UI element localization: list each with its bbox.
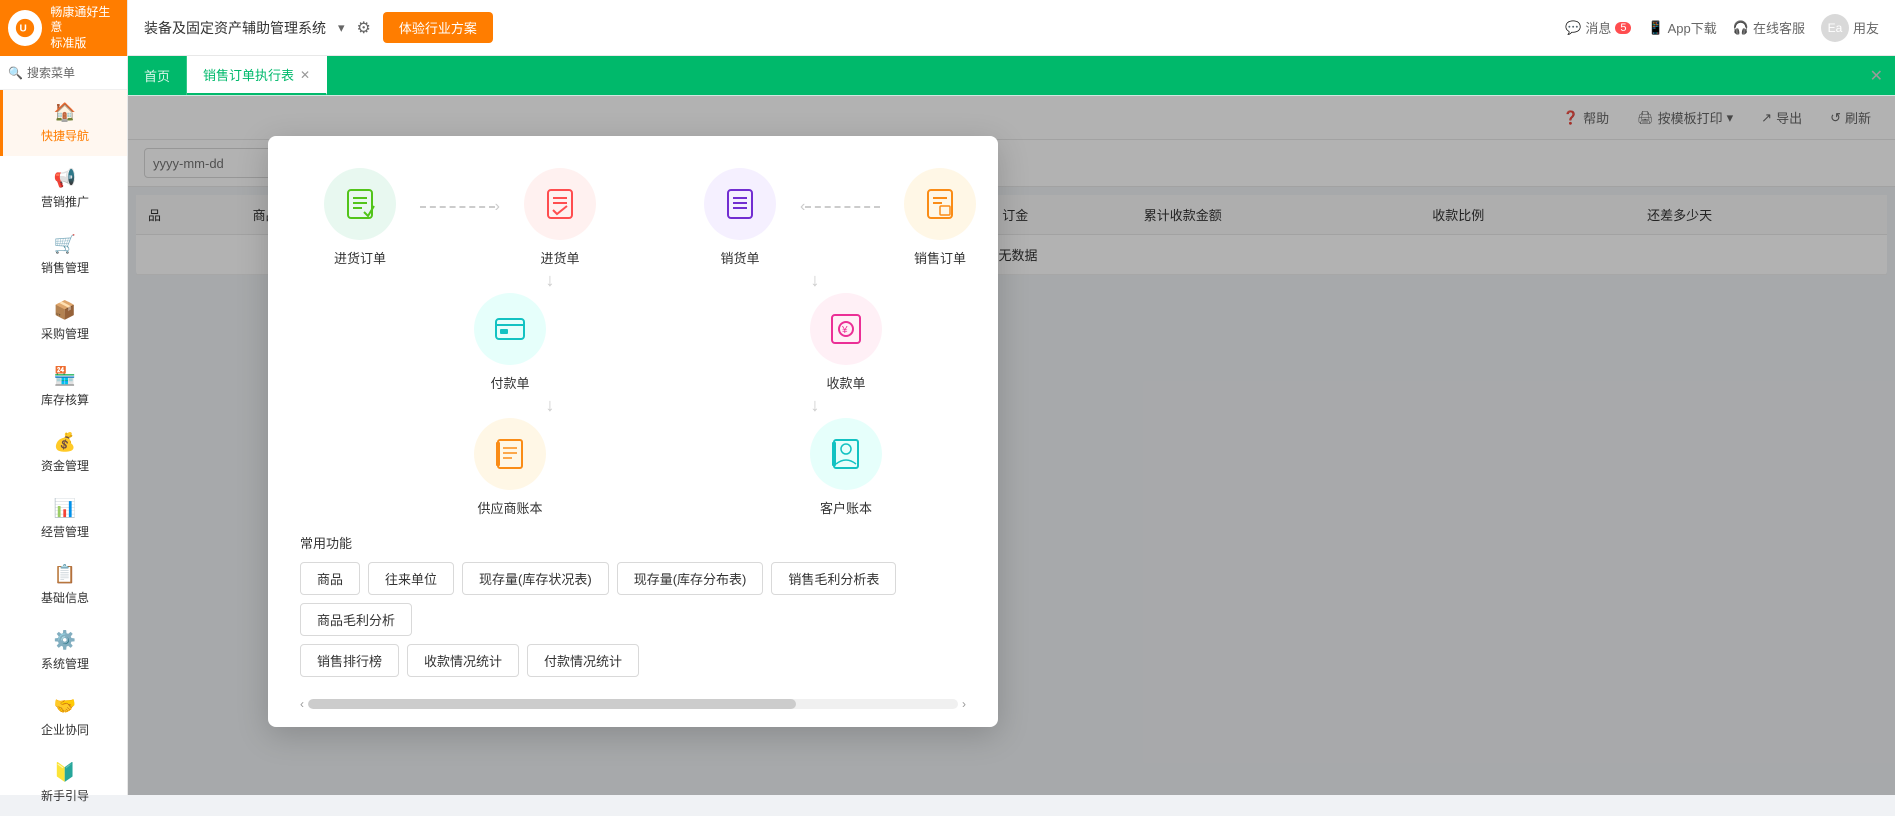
- logo-text: 畅康通好生意 标准版: [50, 5, 119, 52]
- settings-icon[interactable]: ⚙: [357, 18, 371, 38]
- user-item[interactable]: Ea 用友: [1821, 14, 1879, 42]
- common-functions: 常用功能 商品 往来单位 现存量(库存状况表) 现存量(库存分布表) 销售毛利分…: [268, 533, 998, 685]
- tabbar: 首页 销售订单执行表 ✕ ✕: [128, 56, 1895, 96]
- scroll-thumb[interactable]: [308, 699, 796, 709]
- main-area: 装备及固定资产辅助管理系统 ▾ ⚙ 体验行业方案 💬 消息 5 📱 App下载 …: [128, 0, 1895, 795]
- sidebar-item-marketing[interactable]: 📢 营销推广: [0, 156, 127, 222]
- payment-bill-icon: [474, 293, 546, 365]
- purchase-bill-icon: [524, 168, 596, 240]
- common-buttons-container: 商品 往来单位 现存量(库存状况表) 现存量(库存分布表) 销售毛利分析表 商品…: [300, 562, 966, 636]
- flow-modal: 进货订单 ›: [268, 136, 998, 727]
- basic-icon: 📋: [54, 564, 76, 585]
- operation-icon: 📊: [54, 498, 76, 519]
- enterprise-icon: 🤝: [54, 696, 76, 717]
- topbar-right: 💬 消息 5 📱 App下载 🎧 在线客服 Ea 用友: [1565, 14, 1879, 42]
- tab-sales-order-exec[interactable]: 销售订单执行表 ✕: [187, 56, 327, 95]
- online-service-item[interactable]: 🎧 在线客服: [1733, 18, 1805, 37]
- common-btn-product[interactable]: 商品: [300, 562, 360, 595]
- scroll-right-btn[interactable]: ›: [962, 697, 966, 711]
- tab-close-all-btn[interactable]: ✕: [1858, 56, 1895, 95]
- system-icon: ⚙️: [54, 630, 76, 651]
- sidebar-item-guide[interactable]: 🔰 新手引导: [0, 750, 127, 816]
- common-buttons-row2: 销售排行榜 收款情况统计 付款情况统计: [300, 644, 966, 677]
- avatar: Ea: [1821, 14, 1849, 42]
- sales-bill-icon: [704, 168, 776, 240]
- modal-scrollbar: ‹ ›: [300, 697, 966, 711]
- common-btn-receipt-stats[interactable]: 收款情况统计: [407, 644, 519, 677]
- flow-node-purchase-bill: 进货单: [500, 168, 620, 267]
- service-icon: 🎧: [1733, 20, 1749, 36]
- message-badge: 5: [1615, 22, 1631, 34]
- common-btn-payment-stats[interactable]: 付款情况统计: [527, 644, 639, 677]
- sidebar-item-system[interactable]: ⚙️ 系统管理: [0, 618, 127, 684]
- experience-btn[interactable]: 体验行业方案: [383, 12, 493, 43]
- receipt-bill-icon: ¥: [810, 293, 882, 365]
- flow-node-receipt-bill: ¥ 收款单: [786, 293, 906, 392]
- sidebar-item-operation[interactable]: 📊 经营管理: [0, 486, 127, 552]
- sidebar-item-basic[interactable]: 📋 基础信息: [0, 552, 127, 618]
- chevron-down-icon: ▾: [338, 20, 345, 36]
- common-btn-product-profit[interactable]: 商品毛利分析: [300, 603, 412, 636]
- sidebar-item-purchase[interactable]: 📦 采购管理: [0, 288, 127, 354]
- flow-node-sales-bill: 销货单: [680, 168, 800, 267]
- common-btn-stock-dist[interactable]: 现存量(库存分布表): [617, 562, 764, 595]
- common-btn-sales-rank[interactable]: 销售排行榜: [300, 644, 399, 677]
- flow-diagram: 进货订单 ›: [268, 136, 998, 533]
- sales-order-icon: [904, 168, 976, 240]
- sidebar: U 畅康通好生意 标准版 🔍 搜索菜单 🏠 快捷导航 📢 营销推广 🛒 销售管理…: [0, 0, 128, 795]
- common-title: 常用功能: [300, 533, 966, 552]
- purchase-order-icon: [324, 168, 396, 240]
- message-item[interactable]: 💬 消息 5: [1565, 18, 1631, 37]
- marketing-icon: 📢: [54, 168, 76, 189]
- sales-icon: 🛒: [54, 234, 76, 255]
- supplier-ledger-icon: [474, 418, 546, 490]
- common-btn-partner[interactable]: 往来单位: [368, 562, 454, 595]
- flow-node-purchase-order: 进货订单: [300, 168, 420, 267]
- common-btn-stock-status[interactable]: 现存量(库存状况表): [462, 562, 609, 595]
- home-icon: 🏠: [54, 102, 76, 123]
- topbar: 装备及固定资产辅助管理系统 ▾ ⚙ 体验行业方案 💬 消息 5 📱 App下载 …: [128, 0, 1895, 56]
- content-area: ❓ 帮助 🖨 按模板打印 ▾ ↗ 导出 ↺ 刷新: [128, 96, 1895, 795]
- tab-close-icon[interactable]: ✕: [300, 68, 310, 82]
- customer-ledger-icon: [810, 418, 882, 490]
- guide-icon: 🔰: [54, 762, 76, 783]
- sidebar-search[interactable]: 🔍 搜索菜单: [0, 56, 127, 90]
- flow-node-customer-ledger: 客户账本: [786, 418, 906, 517]
- svg-text:U: U: [20, 24, 27, 35]
- flow-node-payment-bill: 付款单: [450, 293, 570, 392]
- sidebar-logo: U 畅康通好生意 标准版: [0, 0, 127, 56]
- tab-home[interactable]: 首页: [128, 56, 187, 95]
- flow-node-supplier-ledger: 供应商账本: [450, 418, 570, 517]
- inventory-icon: 🏪: [54, 366, 76, 387]
- app-download-item[interactable]: 📱 App下载: [1647, 18, 1716, 37]
- sidebar-item-sales[interactable]: 🛒 销售管理: [0, 222, 127, 288]
- download-icon: 📱: [1647, 20, 1663, 36]
- scroll-left-btn[interactable]: ‹: [300, 697, 304, 711]
- sidebar-item-finance[interactable]: 💰 资金管理: [0, 420, 127, 486]
- common-btn-sales-profit[interactable]: 销售毛利分析表: [771, 562, 896, 595]
- logo-icon: U: [8, 10, 42, 46]
- modal-overlay[interactable]: 进货订单 ›: [128, 96, 1895, 795]
- system-dropdown[interactable]: ▾: [338, 20, 345, 36]
- svg-text:¥: ¥: [841, 325, 848, 336]
- finance-icon: 💰: [54, 432, 76, 453]
- purchase-icon: 📦: [54, 300, 76, 321]
- message-icon: 💬: [1565, 20, 1581, 36]
- sidebar-item-enterprise[interactable]: 🤝 企业协同: [0, 684, 127, 750]
- sidebar-item-quick-nav[interactable]: 🏠 快捷导航: [0, 90, 127, 156]
- system-title: 装备及固定资产辅助管理系统: [144, 18, 326, 38]
- search-icon: 🔍: [8, 66, 23, 80]
- flow-node-sales-order: 销售订单: [880, 168, 1000, 267]
- sidebar-item-inventory[interactable]: 🏪 库存核算: [0, 354, 127, 420]
